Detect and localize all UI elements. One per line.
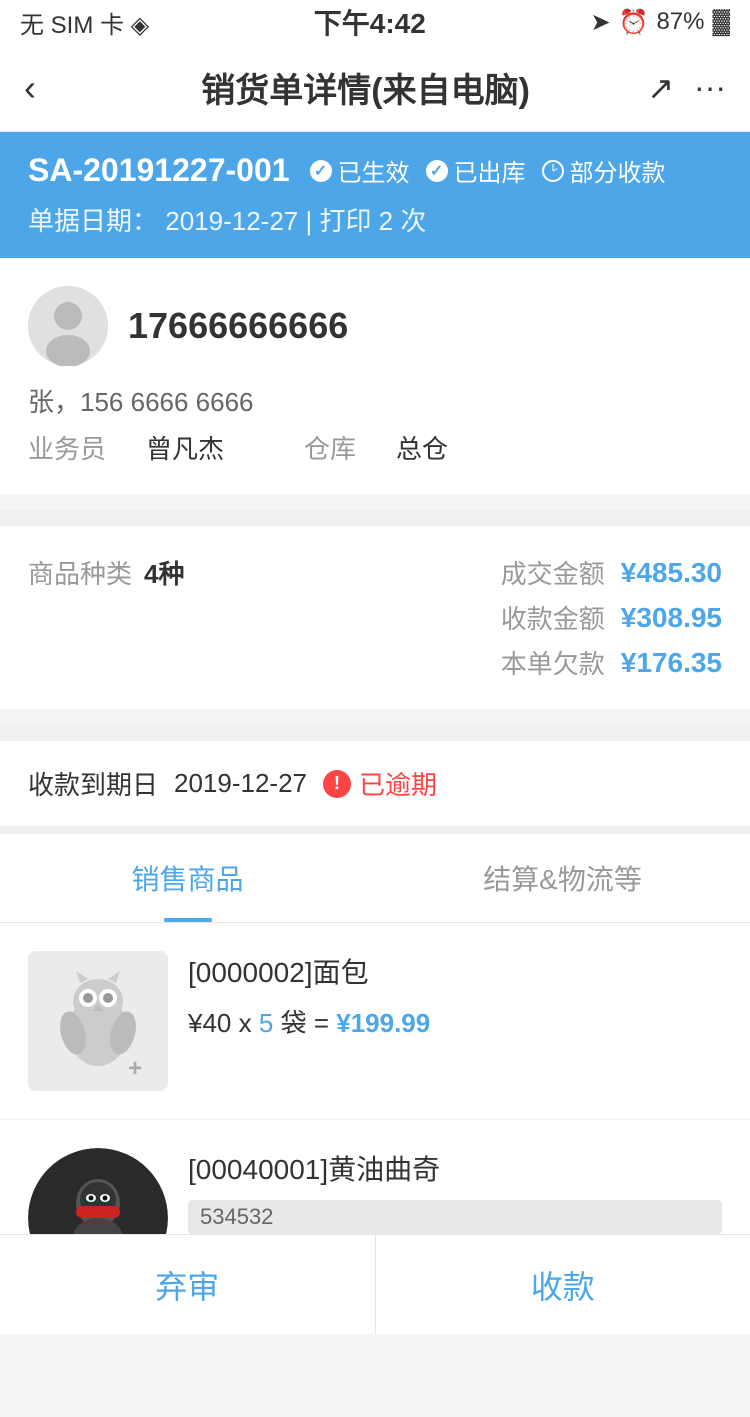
category-count: 4种 [144,554,184,591]
nav-actions: ↗ ··· [647,69,726,107]
product-image-1: + [28,951,168,1091]
due-label: 收款到期日 [28,765,158,802]
order-header: SA-20191227-001 已生效 已出库 部分收款 单据日期： 2019-… [0,132,750,258]
clock-icon [542,160,564,182]
status-right: ➤ ⏰ 87% ▓ [590,8,730,37]
receipt-amount: ¥308.95 [621,602,722,634]
avatar-icon [28,286,108,366]
check-icon-1 [310,160,332,182]
date-value: 2019-12-27 [165,206,298,236]
product-eq-1: = [314,1008,336,1038]
product-price-row-1: ¥40 x 5 袋 = ¥199.99 [188,1003,722,1040]
status-bar: 无 SIM 卡 ◈ 下午4:42 ➤ ⏰ 87% ▓ [0,0,750,44]
date-label: 单据日期： [28,206,158,236]
customer-name: 张，156 6666 6666 [28,382,722,419]
stats-section: 商品种类 4种 成交金额 ¥485.30 收款金额 ¥308.95 本单欠款 ¥… [0,526,750,709]
customer-section: 17666666666 张，156 6666 6666 业务员 曾凡杰 仓库 总… [0,258,750,494]
owl-svg-icon: + [28,951,168,1091]
order-id: SA-20191227-001 [28,152,290,189]
more-icon[interactable]: ··· [694,69,726,106]
page-title: 销货单详情(来自电脑) [201,63,530,112]
sales-label: 业务员 [28,429,106,466]
deal-amount: ¥485.30 [621,557,722,589]
badge-shipped: 已出库 [426,153,526,188]
tab-sales-products[interactable]: 销售商品 [0,834,375,922]
debt-row: 本单欠款 ¥176.35 [501,644,722,681]
tab-settlement-label: 结算&物流等 [483,864,642,895]
badge-partial-label: 部分收款 [570,153,666,188]
product-unit-1: 袋 [281,1008,307,1038]
product-info-1: [0000002]面包 ¥40 x 5 袋 = ¥199.99 [188,951,722,1040]
confirm-button[interactable]: 收款 [376,1235,750,1334]
print-info: | 打印 2 次 [305,206,426,236]
status-left: 无 SIM 卡 ◈ [20,5,149,40]
alarm-icon: ⏰ [619,8,649,37]
debt-amount: ¥176.35 [621,647,722,679]
badge-effective: 已生效 [310,153,410,188]
nav-bar: ‹ 销货单详情(来自电脑) ↗ ··· [0,44,750,132]
battery-status: 87% [656,8,704,36]
customer-phone: 17666666666 [128,305,348,347]
cancel-button[interactable]: 弃审 [0,1235,376,1334]
product-item: + [0000002]面包 ¥40 x 5 袋 = ¥199.99 [0,923,750,1120]
amount-stats: 成交金额 ¥485.30 收款金额 ¥308.95 本单欠款 ¥176.35 [501,554,722,681]
overdue-icon: ! [323,770,351,798]
deal-label: 成交金额 [501,554,605,591]
due-section: 收款到期日 2019-12-27 ! 已逾期 [0,741,750,834]
product-name-1: [0000002]面包 [188,951,722,991]
avatar [28,286,108,366]
product-tag-2: 534532 [188,1200,722,1234]
tab-settlement[interactable]: 结算&物流等 [375,834,750,922]
category-stat: 商品种类 4种 [28,554,184,591]
customer-details: 业务员 曾凡杰 仓库 总仓 [28,429,722,466]
badge-effective-label: 已生效 [338,153,410,188]
deal-row: 成交金额 ¥485.30 [501,554,722,591]
overdue-badge: ! 已逾期 [323,765,437,802]
share-icon[interactable]: ↗ [647,69,674,107]
confirm-label: 收款 [531,1262,595,1308]
receipt-label: 收款金额 [501,599,605,636]
category-label: 商品种类 [28,554,132,591]
product-qty-1: 5 [259,1008,273,1038]
warehouse-value: 总仓 [396,429,448,466]
tabs-section: 销售商品 结算&物流等 [0,834,750,923]
order-date: 单据日期： 2019-12-27 | 打印 2 次 [28,201,722,238]
divider-2 [0,725,750,741]
overdue-text: 已逾期 [359,765,437,802]
badge-shipped-label: 已出库 [454,153,526,188]
debt-label: 本单欠款 [501,644,605,681]
customer-row: 17666666666 [28,286,722,366]
sales-value: 曾凡杰 [146,429,224,466]
location-icon: ➤ [590,8,610,37]
product-price-1: ¥40 [188,1008,231,1038]
tab-sales-label: 销售商品 [131,864,243,895]
back-button[interactable]: ‹ [24,67,84,109]
battery-icon: ▓ [712,8,730,36]
warehouse-label: 仓库 [304,429,356,466]
divider-1 [0,510,750,526]
receipt-row: 收款金额 ¥308.95 [501,599,722,636]
tabs-row: 销售商品 结算&物流等 [0,834,750,923]
product-name-2: [00040001]黄油曲奇 [188,1148,722,1188]
bottom-bar: 弃审 收款 [0,1234,750,1334]
product-total-1: ¥199.99 [336,1008,430,1038]
product-x-1: x [239,1008,259,1038]
sim-status: 无 SIM 卡 ◈ [20,5,149,40]
status-badges: 已生效 已出库 部分收款 [310,153,666,188]
svg-text:+: + [128,1055,142,1082]
due-date: 2019-12-27 [174,768,307,799]
cancel-label: 弃审 [155,1262,219,1308]
status-time: 下午4:42 [314,2,426,42]
badge-partial: 部分收款 [542,153,666,188]
check-icon-2 [426,160,448,182]
